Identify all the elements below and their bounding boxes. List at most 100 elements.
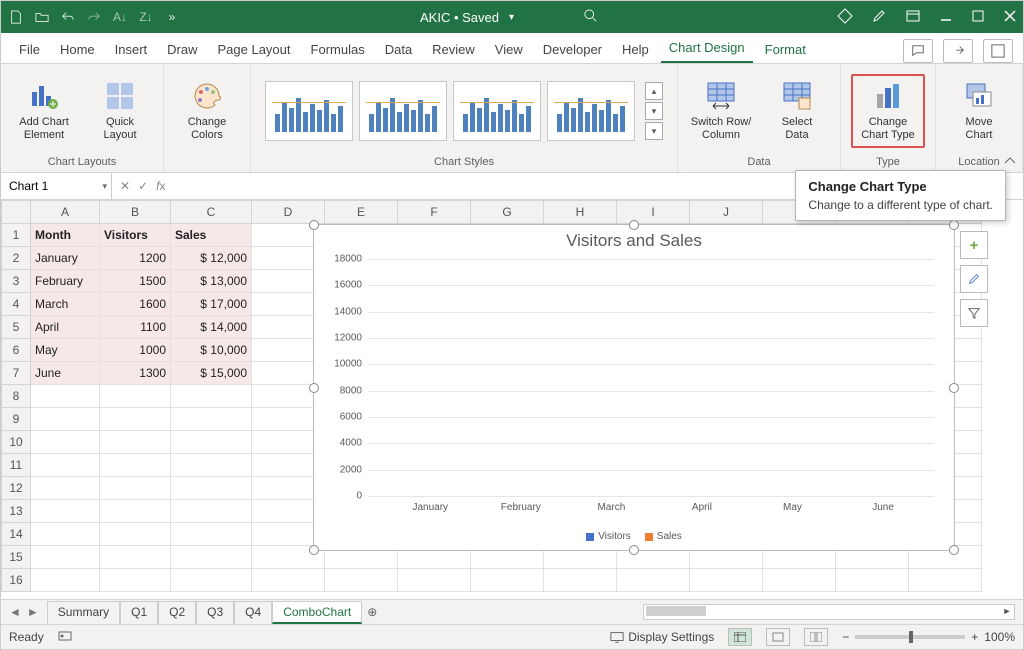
- comments-button[interactable]: [903, 39, 933, 63]
- tab-data[interactable]: Data: [377, 36, 420, 63]
- name-box-dropdown-icon[interactable]: ▾: [102, 181, 107, 192]
- fx-confirm-icon[interactable]: ✓: [138, 179, 148, 193]
- sheet-tab-q3[interactable]: Q3: [196, 601, 234, 624]
- resize-handle[interactable]: [949, 545, 959, 555]
- switch-row-column-button[interactable]: Switch Row/ Column: [688, 78, 754, 144]
- cell[interactable]: [398, 569, 471, 592]
- cell[interactable]: April: [31, 316, 100, 339]
- cell[interactable]: [544, 569, 617, 592]
- sort-asc-icon[interactable]: A↓: [111, 8, 129, 26]
- cell[interactable]: [31, 477, 100, 500]
- macro-record-icon[interactable]: [58, 629, 72, 646]
- cell[interactable]: January: [31, 247, 100, 270]
- cell[interactable]: [836, 569, 909, 592]
- tab-format[interactable]: Format: [757, 36, 814, 63]
- sheet-tab-summary[interactable]: Summary: [47, 601, 120, 624]
- resize-handle[interactable]: [949, 383, 959, 393]
- cell[interactable]: 1100: [100, 316, 171, 339]
- cell[interactable]: [100, 523, 171, 546]
- cell[interactable]: [171, 569, 252, 592]
- tab-formulas[interactable]: Formulas: [303, 36, 373, 63]
- page-break-view-icon[interactable]: [804, 628, 828, 646]
- cell[interactable]: [31, 500, 100, 523]
- page-layout-view-icon[interactable]: [766, 628, 790, 646]
- zoom-out-icon[interactable]: −: [842, 630, 849, 644]
- scroll-right-icon[interactable]: ►: [1000, 605, 1014, 617]
- cell[interactable]: $ 14,000: [171, 316, 252, 339]
- cell[interactable]: 1000: [100, 339, 171, 362]
- tab-file[interactable]: File: [11, 36, 48, 63]
- worksheet-grid[interactable]: ABCDEFGHIJKLM1MonthVisitorsSales2January…: [1, 200, 1023, 599]
- sheet-tab-q1[interactable]: Q1: [120, 601, 158, 624]
- quick-layout-button[interactable]: Quick Layout: [87, 78, 153, 144]
- name-box[interactable]: ▾: [1, 173, 112, 199]
- gallery-down-icon[interactable]: ▾: [645, 102, 663, 120]
- tab-insert[interactable]: Insert: [107, 36, 156, 63]
- cell[interactable]: Sales: [171, 224, 252, 247]
- change-colors-button[interactable]: Change Colors: [174, 78, 240, 144]
- cell[interactable]: [171, 408, 252, 431]
- minimize-icon[interactable]: [939, 9, 953, 26]
- chart-filters-icon[interactable]: [960, 299, 988, 327]
- diamond-icon[interactable]: [837, 8, 853, 27]
- cell[interactable]: 1500: [100, 270, 171, 293]
- cell[interactable]: Month: [31, 224, 100, 247]
- collapse-ribbon-icon[interactable]: [1003, 154, 1017, 168]
- cell[interactable]: [100, 431, 171, 454]
- gallery-more-icon[interactable]: ▾: [645, 122, 663, 140]
- cell[interactable]: [171, 500, 252, 523]
- sheet-nav-next-icon[interactable]: ►: [27, 605, 39, 619]
- cell[interactable]: [690, 569, 763, 592]
- tab-draw[interactable]: Draw: [159, 36, 205, 63]
- cell[interactable]: [471, 569, 544, 592]
- new-file-icon[interactable]: [7, 8, 25, 26]
- cell[interactable]: [763, 569, 836, 592]
- display-settings-button[interactable]: Display Settings: [610, 630, 714, 644]
- cell[interactable]: [100, 546, 171, 569]
- cell[interactable]: [31, 408, 100, 431]
- cell[interactable]: [617, 569, 690, 592]
- chart-styles-gallery[interactable]: [265, 81, 635, 141]
- close-icon[interactable]: [1003, 9, 1017, 26]
- legend-item[interactable]: Sales: [645, 531, 682, 542]
- cell[interactable]: [31, 546, 100, 569]
- cell[interactable]: [252, 569, 325, 592]
- cell[interactable]: 1600: [100, 293, 171, 316]
- add-chart-element-button[interactable]: Add Chart Element: [11, 78, 77, 144]
- ribbon-display-icon[interactable]: [905, 8, 921, 27]
- qat-more-icon[interactable]: »: [163, 8, 181, 26]
- cell[interactable]: $ 17,000: [171, 293, 252, 316]
- cell[interactable]: June: [31, 362, 100, 385]
- chart-styles-icon[interactable]: [960, 265, 988, 293]
- name-box-input[interactable]: [7, 178, 81, 194]
- open-icon[interactable]: [33, 8, 51, 26]
- horizontal-scrollbar[interactable]: ◄ ►: [643, 604, 1015, 620]
- change-chart-type-button[interactable]: Change Chart Type: [851, 74, 925, 148]
- undo-icon[interactable]: [59, 8, 77, 26]
- chart-legend[interactable]: VisitorsSales: [314, 531, 954, 542]
- cell[interactable]: February: [31, 270, 100, 293]
- cell[interactable]: Visitors: [100, 224, 171, 247]
- tab-help[interactable]: Help: [614, 36, 657, 63]
- gallery-up-icon[interactable]: ▴: [645, 82, 663, 100]
- cell[interactable]: 1200: [100, 247, 171, 270]
- resize-handle[interactable]: [309, 220, 319, 230]
- brush-icon[interactable]: [871, 8, 887, 27]
- scrollbar-thumb[interactable]: [646, 606, 706, 616]
- cell[interactable]: [171, 431, 252, 454]
- help-button[interactable]: [983, 39, 1013, 63]
- zoom-in-icon[interactable]: +: [971, 630, 978, 644]
- resize-handle[interactable]: [309, 545, 319, 555]
- cell[interactable]: [171, 477, 252, 500]
- fx-cancel-icon[interactable]: ✕: [120, 179, 130, 193]
- search-icon[interactable]: [584, 9, 598, 26]
- sort-desc-icon[interactable]: Z↓: [137, 8, 155, 26]
- cell[interactable]: $ 13,000: [171, 270, 252, 293]
- chart-plot-area[interactable]: 0200040006000800010000120001400016000180…: [368, 259, 934, 496]
- sheet-tab-q2[interactable]: Q2: [158, 601, 196, 624]
- cell[interactable]: $ 15,000: [171, 362, 252, 385]
- cell[interactable]: [100, 477, 171, 500]
- cell[interactable]: [171, 385, 252, 408]
- embedded-chart[interactable]: + Visitors and Sales 0200040006000800010…: [313, 224, 955, 551]
- cell[interactable]: [100, 385, 171, 408]
